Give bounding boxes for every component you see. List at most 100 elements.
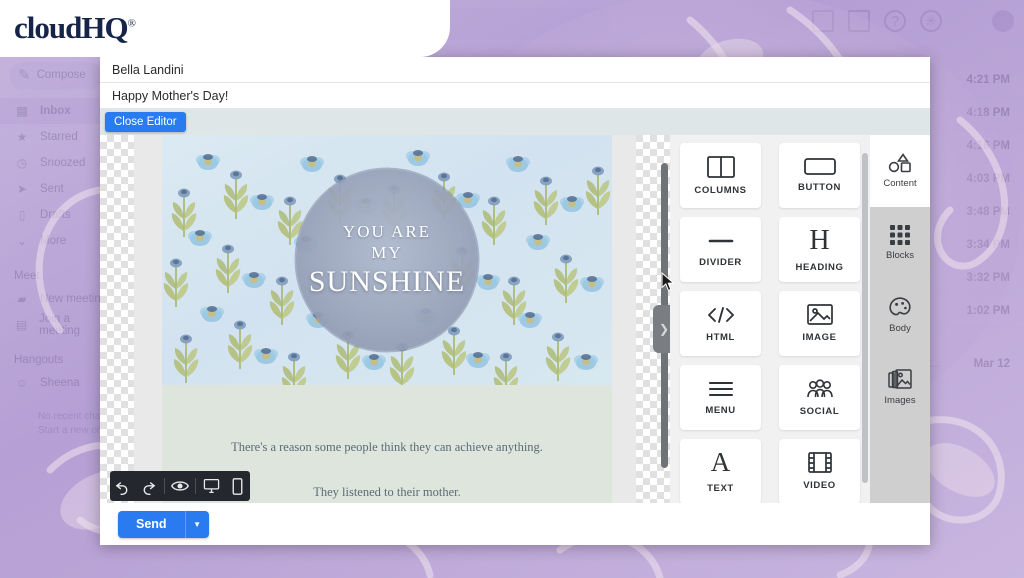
sidebar-item-sent[interactable]: ➤ Sent bbox=[0, 176, 110, 202]
tab-blocks[interactable]: Blocks bbox=[870, 207, 930, 279]
editor-footer: Send ▼ bbox=[100, 503, 930, 545]
help-icon[interactable]: ? bbox=[884, 10, 906, 32]
tab-label: Images bbox=[884, 394, 916, 406]
recipient-field[interactable]: Bella Landini bbox=[100, 57, 930, 83]
account-avatar[interactable] bbox=[992, 10, 1014, 32]
hero-image-block[interactable]: YOU ARE MY SUNSHINE bbox=[162, 135, 612, 385]
panel-collapse-handle[interactable]: ❯ bbox=[653, 305, 670, 353]
sidebar-item-inbox[interactable]: ▤ Inbox bbox=[0, 98, 110, 124]
send-button-group: Send ▼ bbox=[118, 510, 209, 538]
star-icon: ★ bbox=[16, 130, 28, 144]
divider-icon bbox=[708, 239, 733, 242]
keyboard-icon: ▤ bbox=[15, 318, 28, 332]
recipient-value: Bella Landini bbox=[112, 62, 184, 77]
sidebar-item-starred[interactable]: ★ Starred bbox=[0, 124, 110, 150]
send-button[interactable]: Send bbox=[118, 510, 185, 538]
editor-body: YOU ARE MY SUNSHINE There's a reason som… bbox=[100, 135, 930, 503]
gmail-header-icons: ? ✳ bbox=[812, 10, 1014, 32]
support-icon[interactable] bbox=[848, 10, 870, 32]
mouse-cursor bbox=[661, 272, 675, 292]
palette-tile-html[interactable]: HTML bbox=[680, 291, 761, 356]
row-time: 4:03 PM bbox=[966, 173, 1010, 185]
sidebar-item-more[interactable]: ⌄ More bbox=[0, 228, 110, 254]
apps-grid-icon[interactable] bbox=[956, 10, 978, 32]
sidebar-item-label: Starred bbox=[40, 131, 78, 143]
pencil-icon: ✎ bbox=[18, 67, 31, 84]
mobile-view-icon[interactable] bbox=[227, 477, 247, 495]
html-code-icon bbox=[707, 306, 734, 323]
palette-tile-image[interactable]: IMAGE bbox=[779, 291, 860, 356]
meet-section-title: Meet bbox=[14, 270, 40, 282]
calendar-icon[interactable] bbox=[812, 10, 834, 32]
settings-gear-icon[interactable]: ✳ bbox=[920, 10, 942, 32]
palette-tile-columns[interactable]: COLUMNS bbox=[680, 143, 761, 208]
email-sheet[interactable]: YOU ARE MY SUNSHINE There's a reason som… bbox=[162, 135, 612, 503]
person-icon: ☺ bbox=[15, 376, 29, 390]
row-time: 3:48 PM bbox=[966, 206, 1010, 218]
tab-body[interactable]: Body bbox=[870, 279, 930, 351]
palette-scrollbar[interactable] bbox=[862, 153, 868, 483]
send-options-caret-icon[interactable]: ▼ bbox=[184, 510, 209, 538]
tab-images[interactable]: Images bbox=[870, 351, 930, 423]
palette-tile-label: HEADING bbox=[795, 261, 844, 273]
inbox-icon: ▤ bbox=[16, 104, 28, 118]
preview-eye-icon[interactable] bbox=[170, 479, 190, 493]
email-canvas[interactable]: YOU ARE MY SUNSHINE There's a reason som… bbox=[100, 135, 670, 503]
row-time: 3:32 PM bbox=[966, 272, 1010, 284]
email-editor-dialog: Bella Landini Happy Mother's Day! Close … bbox=[100, 57, 930, 545]
body-line-1: There's a reason some people think they … bbox=[231, 440, 543, 454]
draft-icon: ▯ bbox=[18, 208, 26, 222]
subject-field[interactable]: Happy Mother's Day! bbox=[100, 83, 930, 109]
hero-line-2: MY bbox=[371, 242, 403, 262]
sidebar-folder-list: ▤ Inbox ★ Starred ◷ Snoozed ➤ Sent ▯ Dra… bbox=[0, 98, 110, 254]
chevron-down-icon: ⌄ bbox=[16, 234, 28, 248]
meet-new-meeting[interactable]: ▰ New meeting bbox=[0, 286, 110, 312]
palette-tile-heading[interactable]: H HEADING bbox=[779, 217, 860, 282]
desktop-view-icon[interactable] bbox=[202, 478, 222, 494]
shapes-icon bbox=[888, 153, 911, 173]
text-icon: A bbox=[710, 447, 731, 477]
sidebar-item-snoozed[interactable]: ◷ Snoozed bbox=[0, 150, 110, 176]
compose-button[interactable]: ✎ Compose bbox=[10, 62, 102, 88]
palette-tile-label: IMAGE bbox=[802, 332, 837, 343]
image-icon bbox=[806, 304, 833, 325]
editor-tab-strip: Content Blocks Body Images bbox=[870, 135, 930, 503]
tab-label: Body bbox=[889, 322, 911, 334]
meet-join-meeting[interactable]: ▤ Join a meeting bbox=[0, 312, 110, 338]
palette-tile-video[interactable]: VIDEO bbox=[779, 439, 860, 503]
palette-tile-label: HTML bbox=[706, 331, 735, 343]
undo-icon[interactable] bbox=[113, 478, 133, 495]
hangouts-user[interactable]: ☺ Sheena bbox=[0, 370, 110, 396]
grid-icon bbox=[890, 225, 910, 245]
cloudhq-logo-card: cloudHQ® bbox=[0, 0, 450, 57]
palette-tile-label: BUTTON bbox=[797, 182, 841, 193]
palette-tile-social[interactable]: SOCIAL bbox=[779, 365, 860, 430]
palette-tile-label: SOCIAL bbox=[799, 405, 840, 417]
palette-tile-divider[interactable]: DIVIDER bbox=[680, 217, 761, 282]
row-time: Mar 12 bbox=[973, 358, 1010, 370]
row-time: 4:18 PM bbox=[966, 107, 1010, 119]
sidebar-item-drafts[interactable]: ▯ Drafts bbox=[0, 202, 110, 228]
palette-tile-menu[interactable]: MENU bbox=[680, 365, 761, 430]
send-icon: ➤ bbox=[16, 182, 28, 196]
compose-label: Compose bbox=[36, 69, 86, 81]
heading-icon: H bbox=[809, 224, 830, 256]
widget-palette: COLUMNS BUTTON DIVIDER H HEADING HTML IM… bbox=[670, 135, 870, 503]
palette-tile-text[interactable]: A TEXT bbox=[680, 439, 761, 503]
palette-tile-label: MENU bbox=[705, 404, 736, 416]
tab-content[interactable]: Content bbox=[870, 135, 930, 207]
hangouts-user-label: Sheena bbox=[40, 377, 80, 389]
canvas-gutter-left bbox=[134, 135, 162, 503]
row-time: 4:16 PM bbox=[966, 140, 1010, 152]
palette-tile-button[interactable]: BUTTON bbox=[779, 143, 860, 208]
sidebar-item-label: Sent bbox=[40, 183, 64, 195]
hero-circle-badge: YOU ARE MY SUNSHINE bbox=[296, 169, 478, 351]
video-icon bbox=[807, 452, 832, 473]
sidebar-item-label: More bbox=[40, 235, 67, 247]
cloudhq-logo: cloudHQ® bbox=[14, 10, 136, 45]
close-editor-button[interactable]: Close Editor bbox=[105, 111, 186, 133]
sidebar-item-label: Snoozed bbox=[40, 157, 86, 169]
redo-icon[interactable] bbox=[138, 478, 158, 495]
hangouts-empty-line-2[interactable]: Start a new one bbox=[0, 424, 110, 438]
toolbar-divider bbox=[163, 478, 165, 494]
